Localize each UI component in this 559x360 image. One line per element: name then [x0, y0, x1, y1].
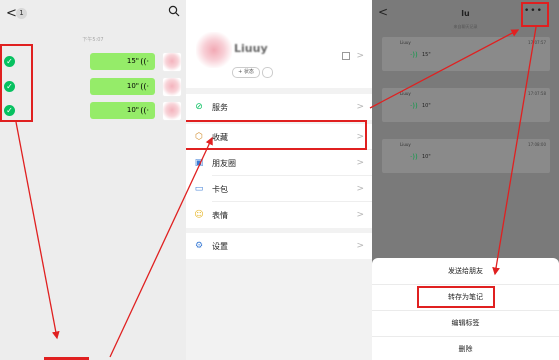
- menu-item-stickers[interactable]: ☺ 表情 >: [186, 202, 372, 228]
- moments-icon: ▣: [194, 158, 204, 168]
- menu-item-moments[interactable]: ▣ 朋友圈 >: [186, 150, 372, 176]
- voice-message-bubble[interactable]: 15" ((·: [90, 53, 155, 70]
- menu-item-label: 朋友圈: [212, 159, 236, 168]
- voice-wave-icon: ·)): [410, 153, 418, 161]
- sender-name: Liuuy: [400, 142, 411, 147]
- more-options-highlight-box: [521, 2, 549, 27]
- voice-record-card[interactable]: Liuuy 17:08:00 ·)) 10": [382, 139, 550, 173]
- voice-record-card[interactable]: Liuuy 17:07:58 ·)) 10": [382, 88, 550, 122]
- message-time: 17:08:00: [528, 142, 546, 147]
- voice-duration: 15": [422, 52, 431, 58]
- sticker-icon: ☺: [194, 210, 204, 220]
- menu-item-service[interactable]: ⊘ 服务 >: [186, 94, 372, 120]
- message-time: 17:07:57: [528, 40, 546, 45]
- voice-wave-icon: ((·: [140, 106, 149, 115]
- voice-wave-icon: ((·: [140, 82, 149, 91]
- voice-message-bubble[interactable]: 10" ((·: [90, 102, 155, 119]
- menu-item-label: 卡包: [212, 185, 228, 194]
- menu-item-label: 设置: [212, 242, 228, 251]
- action-sheet: 发送给朋友 转存为笔记 编辑标签 删除: [372, 258, 559, 360]
- checkbox-highlight-box: [0, 44, 33, 122]
- favorite-detail-panel: < lu 来自聊天记录 ••• Liuuy 17:07:57 ·)) 15" L…: [372, 0, 559, 360]
- profile-name: Liuuy: [234, 42, 268, 55]
- save-as-note-highlight-box: [417, 286, 495, 308]
- chevron-right-icon: >: [356, 102, 364, 112]
- voice-duration: 15": [126, 57, 139, 65]
- qr-code-icon[interactable]: [342, 52, 350, 60]
- edit-tags-button[interactable]: 编辑标签: [372, 310, 559, 336]
- chevron-right-icon: >: [356, 241, 364, 251]
- voice-duration: 10": [126, 82, 139, 90]
- send-to-friend-button[interactable]: 发送给朋友: [372, 258, 559, 284]
- sender-name: Liuuy: [400, 91, 411, 96]
- settings-icon: ⚙: [194, 241, 204, 251]
- chevron-right-icon: >: [356, 51, 364, 61]
- card-wallet-icon: ▭: [194, 184, 204, 194]
- service-icon: ⊘: [195, 102, 203, 112]
- menu-item-settings[interactable]: ⚙ 设置 >: [186, 233, 372, 259]
- avatar[interactable]: [162, 77, 182, 97]
- voice-record-card[interactable]: Liuuy 17:07:57 ·)) 15": [382, 37, 550, 71]
- profile-avatar[interactable]: [196, 32, 232, 68]
- chat-panel: < 1 下午5:07 ✓ 15" ((· ✓ 10" ((· ✓ 10" ((·: [0, 0, 186, 360]
- voice-duration: 10": [126, 106, 139, 114]
- menu-item-label: 服务: [212, 103, 228, 112]
- profile-panel: Liuuy + 状态 > ⊘ 服务 > ⬡ 收藏 > ▣ 朋友圈 > ▭ 卡包 …: [186, 0, 372, 360]
- chevron-right-icon: >: [356, 158, 364, 168]
- voice-message-bubble[interactable]: 10" ((·: [90, 78, 155, 95]
- delete-button[interactable]: 删除: [372, 336, 559, 360]
- menu-item-card-wallet[interactable]: ▭ 卡包 >: [186, 176, 372, 202]
- search-icon[interactable]: [168, 5, 180, 17]
- status-icon[interactable]: [262, 67, 273, 78]
- voice-wave-icon: ((·: [140, 57, 149, 66]
- voice-wave-icon: ·)): [410, 51, 418, 59]
- chevron-right-icon: >: [356, 210, 364, 220]
- favorites-highlight-box: [186, 120, 367, 150]
- message-time: 17:07:58: [528, 91, 546, 96]
- unread-badge: 1: [16, 8, 27, 19]
- voice-duration: 10": [422, 103, 431, 109]
- avatar[interactable]: [162, 101, 182, 121]
- empty-area: [186, 259, 372, 360]
- menu-item-label: 表情: [212, 211, 228, 220]
- chat-timestamp: 下午5:07: [82, 37, 104, 43]
- add-status-button[interactable]: + 状态: [232, 67, 260, 78]
- voice-wave-icon: ·)): [410, 102, 418, 110]
- sender-name: Liuuy: [400, 40, 411, 45]
- avatar[interactable]: [162, 52, 182, 72]
- chevron-right-icon: >: [356, 184, 364, 194]
- voice-duration: 10": [422, 154, 431, 160]
